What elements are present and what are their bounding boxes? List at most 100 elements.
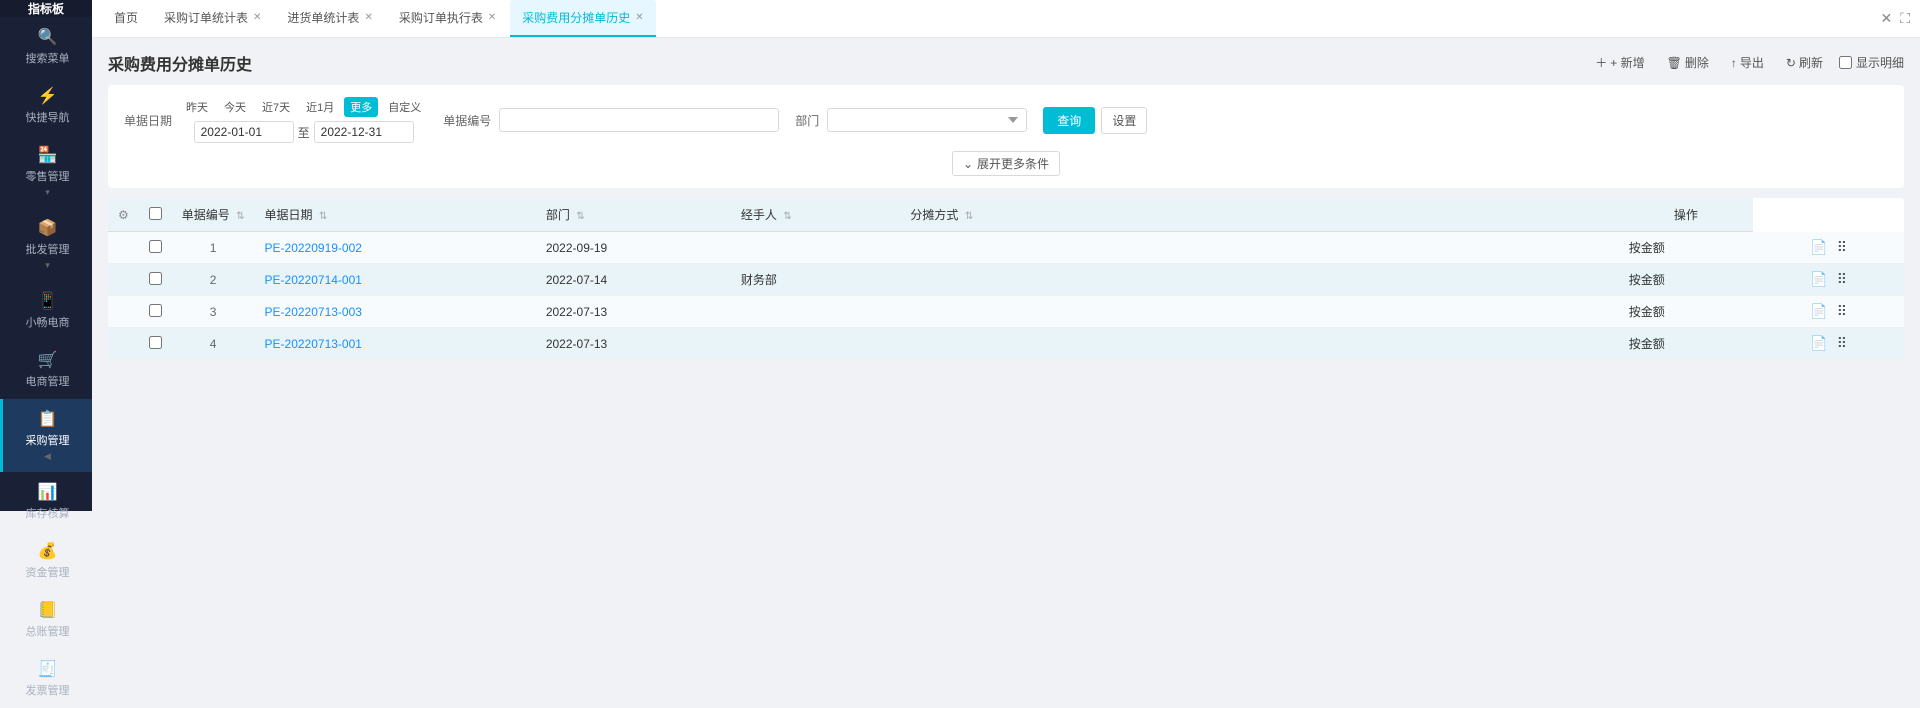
table-row: 1 PE-20220919-002 2022-09-19 按金额 📄 ⠿ <box>108 232 1904 264</box>
sidebar-item-label: 小畅电商 <box>26 314 70 330</box>
row-checkbox[interactable] <box>149 240 162 253</box>
row-doc-date-cell: 2022-07-13 <box>536 296 731 328</box>
row-num-cell: 1 <box>172 232 255 264</box>
expand-button[interactable]: ⌄ 展开更多条件 <box>952 151 1060 176</box>
query-button[interactable]: 查询 <box>1043 107 1095 134</box>
sort-icon[interactable]: ⇅ <box>236 211 244 222</box>
sort-icon[interactable]: ⇅ <box>783 211 791 222</box>
tab-goods-stats[interactable]: 进货单统计表 ✕ <box>275 0 384 37</box>
select-all-checkbox[interactable] <box>149 207 162 220</box>
doc-no-link[interactable]: PE-20220713-003 <box>265 305 362 319</box>
row-checkbox-cell <box>139 232 172 264</box>
sidebar-item-invoice[interactable]: 🧾 发票管理 <box>0 649 92 708</box>
page-content: 采购费用分摊单历史 ＋ + 新增 🗑 删除 ↑ 导出 ↻ 刷新 <box>92 38 1920 511</box>
close-icon[interactable]: ✕ <box>364 12 372 23</box>
date-to-input[interactable] <box>314 121 414 143</box>
doc-no-link[interactable]: PE-20220713-001 <box>265 337 362 351</box>
row-settings-cell <box>108 264 139 296</box>
today-shortcut[interactable]: 今天 <box>218 97 252 117</box>
tab-purchase-order-stats[interactable]: 采购订单统计表 ✕ <box>152 0 273 37</box>
search-row: 单据日期 昨天 今天 近7天 近1月 更多 自定义 至 <box>124 97 1888 143</box>
sidebar-item-retail[interactable]: 🏪 零售管理 ▾ <box>0 135 92 208</box>
sort-icon[interactable]: ⇅ <box>319 211 327 222</box>
sidebar-item-label: 零售管理 <box>26 168 70 184</box>
refresh-button[interactable]: ↻ 刷新 <box>1780 50 1829 75</box>
custom-shortcut[interactable]: 自定义 <box>382 97 427 117</box>
export-label: 导出 <box>1740 54 1764 71</box>
restore-window-icon[interactable]: ⛶ <box>1900 10 1910 27</box>
doc-no-input[interactable] <box>499 108 779 132</box>
date-input-row: 至 <box>194 121 414 143</box>
close-icon[interactable]: ✕ <box>488 12 496 23</box>
table-row: 2 PE-20220714-001 2022-07-14 财务部 按金额 📄 ⠿ <box>108 264 1904 296</box>
row-dept-cell <box>731 232 901 264</box>
row-doc-no-cell: PE-20220713-001 <box>255 328 536 360</box>
tab-purchase-cost-history[interactable]: 采购费用分摊单历史 ✕ <box>510 0 655 37</box>
last7days-shortcut[interactable]: 近7天 <box>256 97 296 117</box>
gear-icon[interactable]: ⚙ <box>118 208 129 222</box>
toolbar: ＋ + 新增 🗑 删除 ↑ 导出 ↻ 刷新 显示明细 <box>1589 50 1904 75</box>
sort-icon[interactable]: ⇅ <box>965 211 973 222</box>
more-action-btn[interactable]: ⠿ <box>1837 239 1847 255</box>
last1month-shortcut[interactable]: 近1月 <box>300 97 340 117</box>
sidebar-item-mini-app[interactable]: 📱 小畅电商 <box>0 281 92 340</box>
dept-label: 部门 <box>795 112 819 129</box>
plus-icon: ＋ <box>1595 54 1607 71</box>
dept-select[interactable] <box>827 108 1027 132</box>
delete-button[interactable]: 🗑 删除 <box>1661 50 1715 75</box>
date-field: 单据日期 昨天 今天 近7天 近1月 更多 自定义 至 <box>124 97 427 143</box>
row-action-cell: 📄 ⠿ <box>1753 264 1904 296</box>
table-row: 3 PE-20220713-003 2022-07-13 按金额 📄 ⠿ <box>108 296 1904 328</box>
doc-no-link[interactable]: PE-20220919-002 <box>265 241 362 255</box>
date-label: 单据日期 <box>124 112 172 129</box>
view-action-btn[interactable]: 📄 <box>1810 335 1827 351</box>
close-window-icon[interactable]: ✕ <box>1880 10 1892 27</box>
row-doc-date-cell: 2022-07-13 <box>536 328 731 360</box>
tab-home[interactable]: 首页 <box>102 0 150 37</box>
row-checkbox[interactable] <box>149 336 162 349</box>
col-settings: ⚙ <box>108 198 139 232</box>
tab-label: 采购订单统计表 <box>164 9 248 26</box>
table-row: 4 PE-20220713-001 2022-07-13 按金额 📄 ⠿ <box>108 328 1904 360</box>
close-icon[interactable]: ✕ <box>253 12 261 23</box>
add-label: + 新增 <box>1610 54 1644 71</box>
setting-button[interactable]: 设置 <box>1101 107 1147 134</box>
sidebar-item-search[interactable]: 🔍 搜索菜单 <box>0 17 92 76</box>
tab-purchase-order-exec[interactable]: 采购订单执行表 ✕ <box>387 0 508 37</box>
more-action-btn[interactable]: ⠿ <box>1837 335 1847 351</box>
sidebar-item-inventory[interactable]: 📊 库存核算 <box>0 472 92 531</box>
display-toggle-label: 显示明细 <box>1856 54 1904 71</box>
sidebar-item-ecommerce[interactable]: 🛒 电商管理 <box>0 340 92 399</box>
sidebar: 指标板 🔍 搜索菜单 ⚡ 快捷导航 🏪 零售管理 ▾ 📦 批发管理 ▾ 📱 小畅… <box>0 0 92 511</box>
tab-home-label: 首页 <box>114 9 138 26</box>
display-toggle[interactable]: 显示明细 <box>1839 54 1904 71</box>
display-toggle-checkbox[interactable] <box>1839 56 1852 69</box>
row-checkbox[interactable] <box>149 304 162 317</box>
sidebar-item-purchase[interactable]: 📋 采购管理 ◀ <box>0 399 92 472</box>
add-button[interactable]: ＋ + 新增 <box>1589 50 1650 75</box>
export-button[interactable]: ↑ 导出 <box>1725 50 1770 75</box>
doc-no-link[interactable]: PE-20220714-001 <box>265 273 362 287</box>
row-doc-date-cell: 2022-09-19 <box>536 232 731 264</box>
more-shortcut[interactable]: 更多 <box>344 97 378 117</box>
sidebar-item-wholesale[interactable]: 📦 批发管理 ▾ <box>0 208 92 281</box>
sidebar-item-finance[interactable]: 💰 资金管理 <box>0 531 92 590</box>
col-doc-no: 单据编号 ⇅ <box>172 198 255 232</box>
more-action-btn[interactable]: ⠿ <box>1837 271 1847 287</box>
main-area: 首页 采购订单统计表 ✕ 进货单统计表 ✕ 采购订单执行表 ✕ 采购费用分摊单历… <box>92 0 1920 511</box>
sort-icon[interactable]: ⇅ <box>576 211 584 222</box>
date-shortcuts: 昨天 今天 近7天 近1月 更多 自定义 <box>180 97 427 117</box>
chevron-down-icon: ▾ <box>45 187 50 198</box>
view-action-btn[interactable]: 📄 <box>1810 271 1827 287</box>
col-action: 操作 <box>1619 198 1753 232</box>
yesterday-shortcut[interactable]: 昨天 <box>180 97 214 117</box>
sidebar-item-ledger[interactable]: 📒 总账管理 <box>0 590 92 649</box>
date-range-separator: 至 <box>298 124 310 141</box>
close-icon[interactable]: ✕ <box>635 12 643 23</box>
sidebar-item-quick-nav[interactable]: ⚡ 快捷导航 <box>0 76 92 135</box>
view-action-btn[interactable]: 📄 <box>1810 239 1827 255</box>
view-action-btn[interactable]: 📄 <box>1810 303 1827 319</box>
more-action-btn[interactable]: ⠿ <box>1837 303 1847 319</box>
date-from-input[interactable] <box>194 121 294 143</box>
row-checkbox[interactable] <box>149 272 162 285</box>
